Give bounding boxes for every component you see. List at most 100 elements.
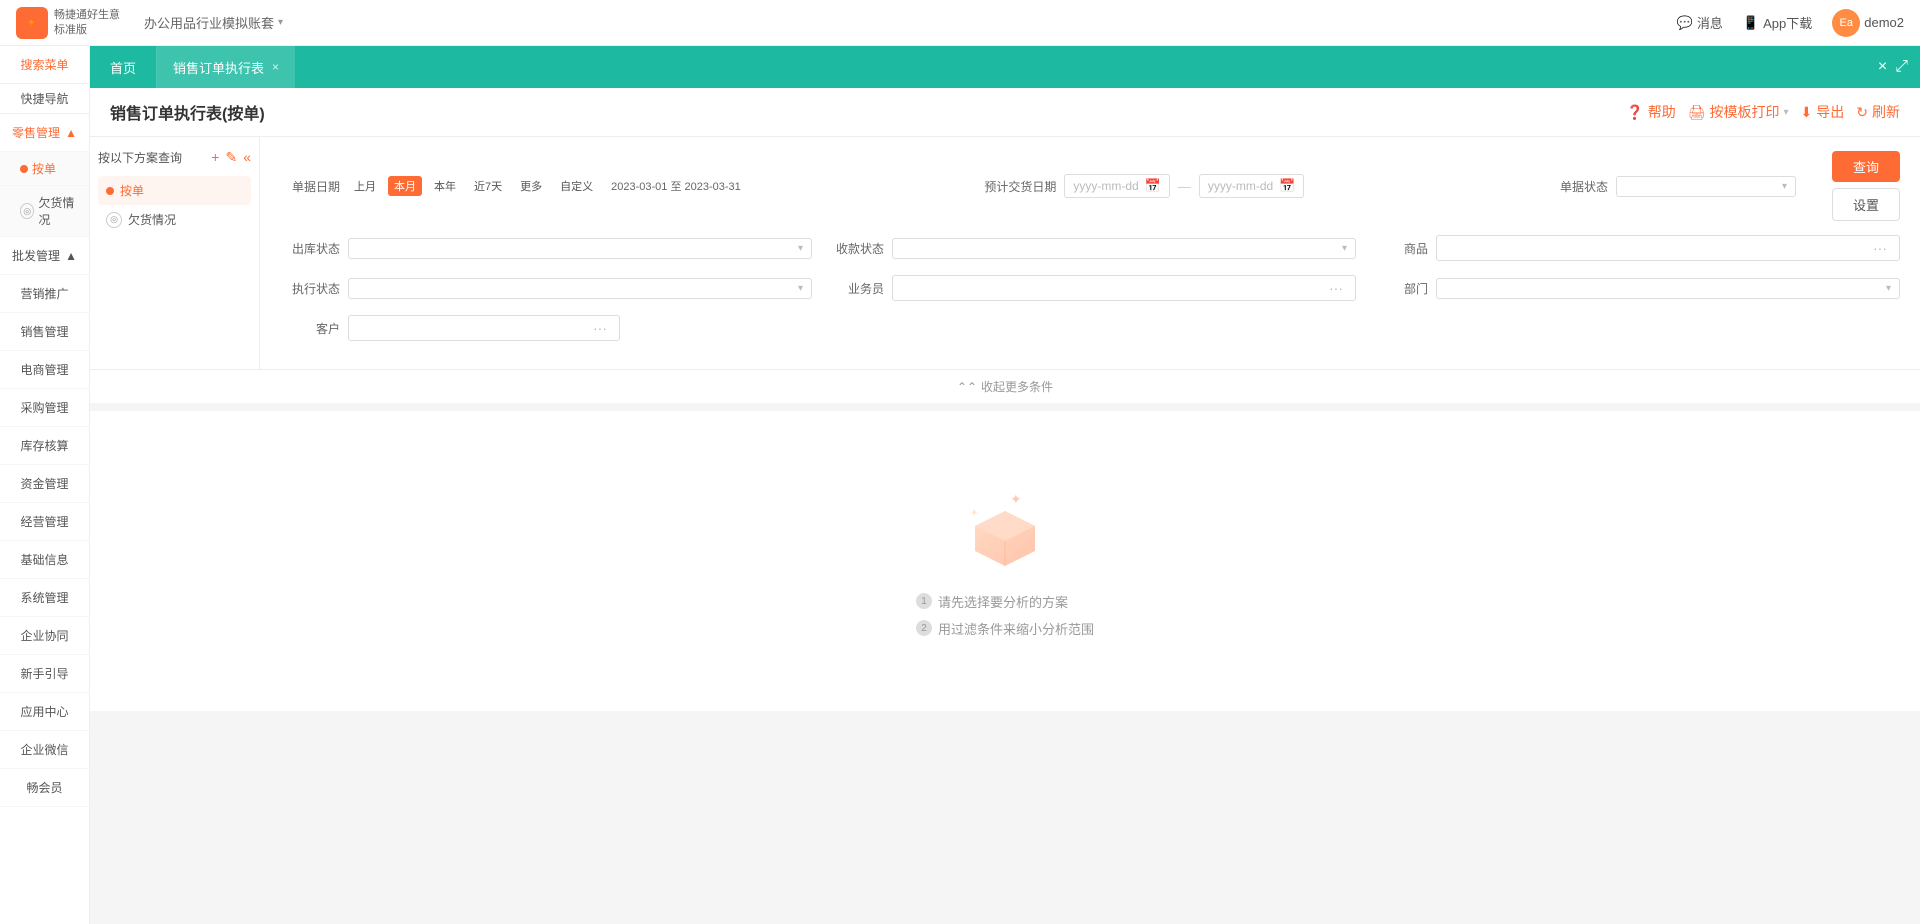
empty-icon: ✦ ✦ xyxy=(955,476,1055,576)
expected-date-to[interactable]: yyyy-mm-dd 📅 xyxy=(1199,174,1305,198)
expected-date-label: 预计交货日期 xyxy=(984,178,1056,195)
out-status-select[interactable]: ▾ xyxy=(348,238,812,259)
sidebar-item-system[interactable]: 系统管理 xyxy=(0,579,89,617)
expected-date-from[interactable]: yyyy-mm-dd 📅 xyxy=(1064,174,1170,198)
exec-status-label: 执行状态 xyxy=(280,280,340,297)
filter-field-date: 单据日期 上月 本月 本年 近7天 更多 自定义 xyxy=(280,176,599,196)
status-select-arrow: ▾ xyxy=(1782,181,1787,192)
filter-field-status: 单据状态 ▾ xyxy=(1548,176,1808,197)
content-area: 首页 销售订单执行表 × × ⤢ 销售订单执行表(按单) ❓ 帮助 xyxy=(90,46,1920,924)
header-left: 🔸 畅捷通好生意 标准版 办公用品行业模拟账套 ▾ xyxy=(16,7,283,39)
sidebar-item-stock[interactable]: 库存核算 xyxy=(0,427,89,465)
empty-text-list: 1 请先选择要分析的方案 2 用过滤条件来缩小分析范围 xyxy=(916,592,1094,646)
date-tag-custom[interactable]: 自定义 xyxy=(554,176,599,196)
calendar-icon-1: 📅 xyxy=(1145,178,1161,194)
salesperson-dots[interactable]: ··· xyxy=(1325,280,1347,296)
exec-status-select[interactable]: ▾ xyxy=(348,278,812,299)
top-header: 🔸 畅捷通好生意 标准版 办公用品行业模拟账套 ▾ 💬 消息 📱 App下载 E… xyxy=(0,0,1920,46)
empty-illustration: ✦ ✦ 1 请先选择要分析的方案 2 用过滤条件来缩小分析范围 xyxy=(916,476,1094,646)
filter-row-3: 执行状态 ▾ 业务员 ··· xyxy=(280,275,1900,301)
filter-add-icon[interactable]: + xyxy=(211,149,219,166)
customer-dots[interactable]: ··· xyxy=(589,320,611,336)
date-tag-this-month[interactable]: 本月 xyxy=(388,176,422,196)
tab-sales-order[interactable]: 销售订单执行表 × xyxy=(157,46,295,88)
print-dropdown-icon: ▾ xyxy=(1784,107,1789,118)
date-tag-last-month[interactable]: 上月 xyxy=(348,176,382,196)
filter-scheme-press-order[interactable]: 按单 xyxy=(98,176,251,205)
filter-field-dept: 部门 ▾ xyxy=(1368,278,1900,299)
date-tag-this-year[interactable]: 本年 xyxy=(428,176,462,196)
dept-select[interactable]: ▾ xyxy=(1436,278,1900,299)
sidebar-search[interactable]: 搜索菜单 xyxy=(0,46,89,84)
query-button[interactable]: 查询 xyxy=(1832,151,1900,182)
tab-home[interactable]: 首页 xyxy=(90,46,157,88)
dept-label: 部门 xyxy=(1368,280,1428,297)
filter-row-4: 客户 ··· xyxy=(280,315,1900,341)
sidebar-item-basic[interactable]: 基础信息 xyxy=(0,541,89,579)
collapse-up-icon: ⌃⌃ xyxy=(957,380,977,394)
tab-maximize-icon[interactable]: ⤢ xyxy=(1895,58,1908,76)
date-tag-more[interactable]: 更多 xyxy=(514,176,548,196)
collapse-button[interactable]: ⌃⌃ 收起更多条件 xyxy=(957,378,1053,395)
sidebar-shortcut[interactable]: 快捷导航 xyxy=(0,84,89,114)
sidebar-item-marketing[interactable]: 营销推广 xyxy=(0,275,89,313)
filter-panel: 按以下方案查询 + ✎ « 按单 ◎ 欠货情况 xyxy=(90,137,1920,369)
date-tag-7days[interactable]: 近7天 xyxy=(468,176,508,196)
sidebar-item-wholesale[interactable]: 批发管理 ▲ xyxy=(0,237,89,275)
user-profile[interactable]: Ea demo2 xyxy=(1832,9,1904,37)
receipt-status-select[interactable]: ▾ xyxy=(892,238,1356,259)
filter-field-salesperson: 业务员 ··· xyxy=(824,275,1356,301)
filter-edit-icon[interactable]: ✎ xyxy=(225,149,237,166)
customer-select[interactable]: ··· xyxy=(348,315,620,341)
refresh-icon: ↻ xyxy=(1856,104,1868,121)
empty-hint-1: 1 请先选择要分析的方案 xyxy=(916,592,1094,611)
sidebar-sub-item-arrears[interactable]: ◎ 欠货情况 xyxy=(0,186,89,237)
collapse-bar[interactable]: ⌃⌃ 收起更多条件 xyxy=(90,369,1920,403)
message-button[interactable]: 💬 消息 xyxy=(1677,13,1723,32)
filter-field-customer: 客户 ··· xyxy=(280,315,620,341)
print-button[interactable]: 🖨 按模板打印 ▾ xyxy=(1688,102,1789,122)
sidebar-item-purchase[interactable]: 采购管理 xyxy=(0,389,89,427)
set-button[interactable]: 设置 xyxy=(1832,188,1900,221)
exec-status-arrow: ▾ xyxy=(798,283,803,294)
sidebar-item-retail[interactable]: 零售管理 ▲ xyxy=(0,114,89,152)
sidebar-item-appcenter[interactable]: 应用中心 xyxy=(0,693,89,731)
out-status-arrow: ▾ xyxy=(798,243,803,254)
dot-icon xyxy=(20,165,28,173)
filter-field-exec-status: 执行状态 ▾ xyxy=(280,278,812,299)
goods-dots[interactable]: ··· xyxy=(1869,240,1891,256)
sidebar-item-enterprise[interactable]: 企业协同 xyxy=(0,617,89,655)
sidebar-item-corpwechat[interactable]: 企业微信 xyxy=(0,731,89,769)
sidebar: 搜索菜单 快捷导航 零售管理 ▲ 按单 ◎ 欠货情况 批发管理 ▲ 营销推广 销… xyxy=(0,46,90,924)
filter-scheme-arrears[interactable]: ◎ 欠货情况 xyxy=(98,205,251,234)
filter-sidebar-icons: + ✎ « xyxy=(211,149,251,166)
date-range: 上月 本月 本年 近7天 更多 自定义 xyxy=(348,176,599,196)
sidebar-item-finance[interactable]: 资金管理 xyxy=(0,465,89,503)
breadcrumb-dropdown-icon[interactable]: ▾ xyxy=(278,17,283,28)
svg-text:✦: ✦ xyxy=(1010,491,1022,507)
tab-close-icon[interactable]: × xyxy=(272,60,279,74)
app-download-button[interactable]: 📱 App下载 xyxy=(1743,13,1812,32)
salesperson-select[interactable]: ··· xyxy=(892,275,1356,301)
sidebar-item-sales[interactable]: 销售管理 xyxy=(0,313,89,351)
status-select[interactable]: ▾ xyxy=(1616,176,1796,197)
tab-minimize-icon[interactable]: × xyxy=(1878,58,1887,76)
sidebar-sub-item-press-order[interactable]: 按单 xyxy=(0,152,89,186)
sidebar-item-ecommerce[interactable]: 电商管理 xyxy=(0,351,89,389)
status-label: 单据状态 xyxy=(1548,178,1608,195)
help-button[interactable]: ❓ 帮助 xyxy=(1626,102,1675,122)
goods-select[interactable]: ··· xyxy=(1436,235,1900,261)
refresh-button[interactable]: ↻ 刷新 xyxy=(1856,102,1900,122)
filter-sidebar: 按以下方案查询 + ✎ « 按单 ◎ 欠货情况 xyxy=(90,137,260,369)
filter-main: 单据日期 上月 本月 本年 近7天 更多 自定义 2023-03-01 至 20… xyxy=(260,137,1920,369)
sidebar-item-newbie[interactable]: 新手引导 xyxy=(0,655,89,693)
main-layout: 搜索菜单 快捷导航 零售管理 ▲ 按单 ◎ 欠货情况 批发管理 ▲ 营销推广 销… xyxy=(0,46,1920,924)
sidebar-item-member[interactable]: 畅会员 xyxy=(0,769,89,807)
logo-icon: 🔸 xyxy=(16,7,48,39)
download-icon: 📱 xyxy=(1743,15,1759,31)
export-button[interactable]: ⬇ 导出 xyxy=(1801,102,1845,122)
message-icon: 💬 xyxy=(1677,15,1693,31)
filter-sidebar-header: 按以下方案查询 + ✎ « xyxy=(98,149,251,166)
sidebar-item-ops[interactable]: 经营管理 xyxy=(0,503,89,541)
filter-collapse-icon[interactable]: « xyxy=(243,149,251,166)
